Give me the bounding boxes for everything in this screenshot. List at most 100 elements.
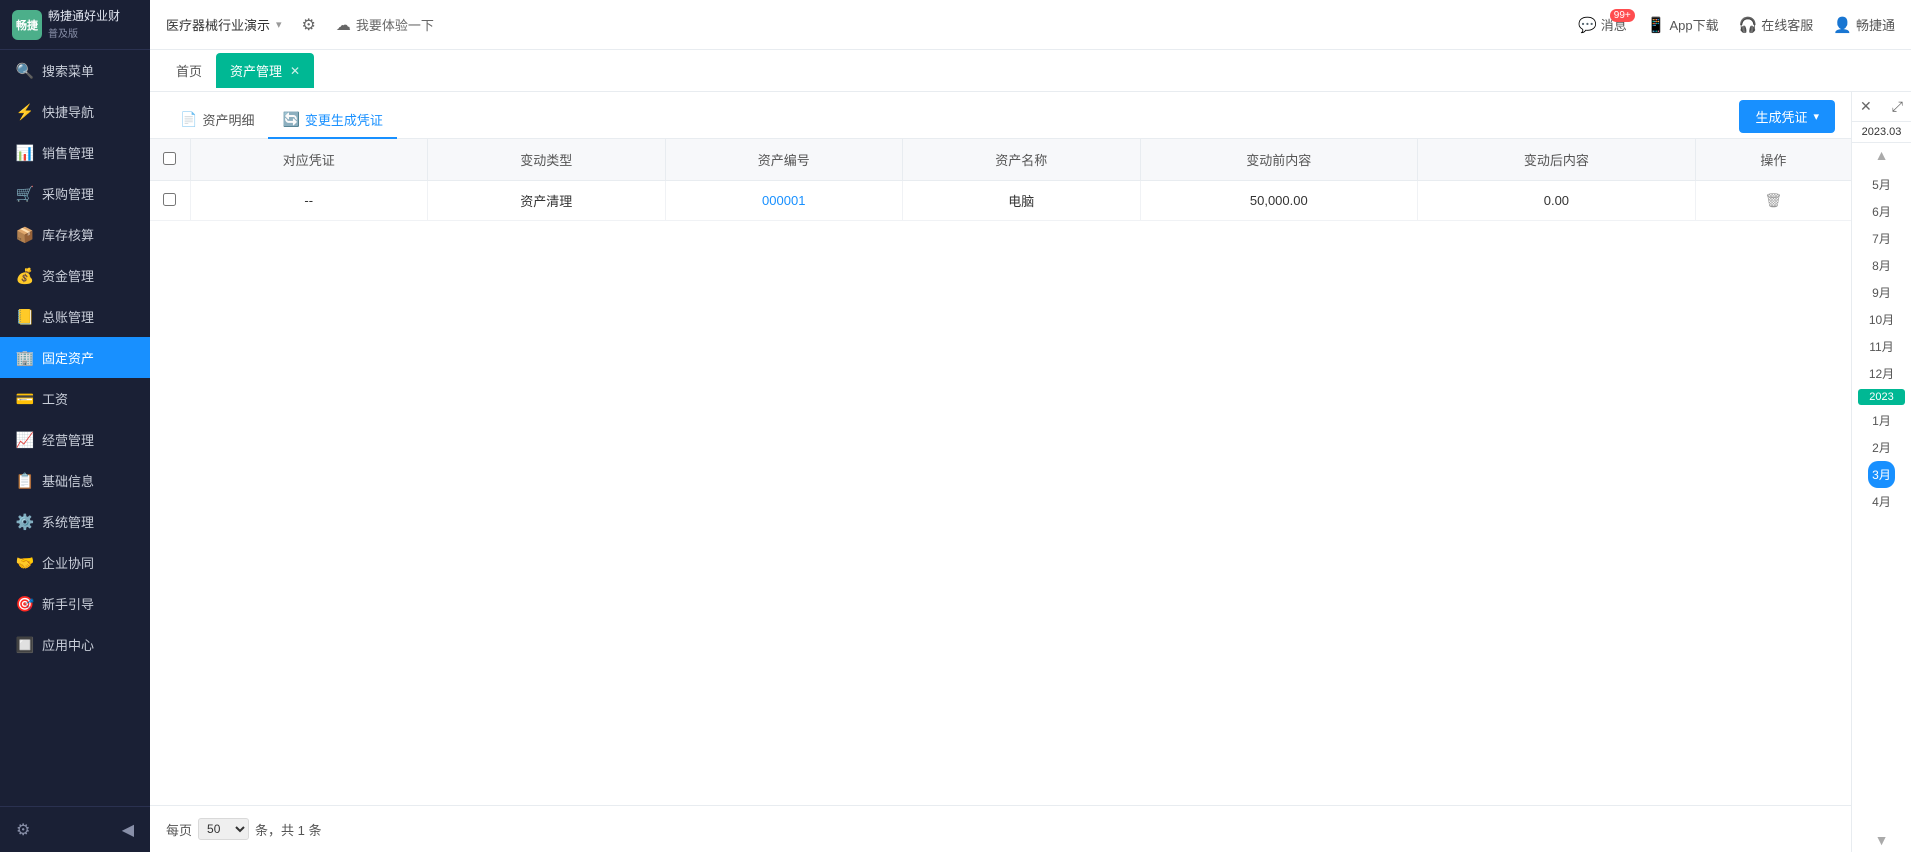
sidebar-item-salary[interactable]: 💳 工资 — [0, 378, 150, 419]
logo-text: 畅捷通好业财 普及版 — [48, 9, 120, 40]
chevron-down-icon: ▾ — [276, 18, 282, 31]
guide-icon: 🎯 — [16, 595, 34, 613]
sidebar-label-apps: 应用中心 — [42, 635, 94, 654]
sidebar-item-manage[interactable]: 📈 经营管理 — [0, 419, 150, 460]
sidebar-label-purchase: 采购管理 — [42, 184, 94, 203]
sidebar-label-manage: 经营管理 — [42, 430, 94, 449]
table-row: -- 资产清理 000001 电脑 50,000.00 0.00 🗑 — [150, 181, 1851, 221]
row-after: 0.00 — [1418, 181, 1696, 221]
sub-tabs: 📄 资产明细 🔄 变更生成凭证 生成凭证 ▾ — [150, 92, 1851, 139]
month-item[interactable]: 10月 — [1852, 306, 1911, 333]
header-action-user[interactable]: 👤 畅捷通 — [1833, 15, 1895, 34]
panel-up-arrow[interactable]: ▲ — [1871, 143, 1893, 167]
page-size-label: 每页 — [166, 820, 192, 839]
month-item[interactable]: 6月 — [1852, 198, 1911, 225]
current-month-item[interactable]: 3月 — [1868, 461, 1895, 488]
month-item[interactable]: 8月 — [1852, 252, 1911, 279]
apps-icon: 🔲 — [16, 636, 34, 654]
generate-voucher-button[interactable]: 生成凭证 ▾ — [1739, 100, 1835, 133]
sidebar-label-basic: 基础信息 — [42, 471, 94, 490]
month-item[interactable]: 11月 — [1852, 333, 1911, 360]
row-change-type: 资产清理 — [428, 181, 666, 221]
delete-icon[interactable]: 🗑 — [1764, 192, 1782, 208]
tab-asset-list[interactable]: 📄 资产明细 — [166, 102, 268, 139]
month-item[interactable]: 4月 — [1852, 488, 1911, 515]
row-asset-code: 000001 — [665, 181, 903, 221]
sidebar-item-quick[interactable]: ⚡ 快捷导航 — [0, 91, 150, 132]
sidebar-nav: 🔍 搜索菜单⚡ 快捷导航📊 销售管理🛒 采购管理📦 库存核算💰 资金管理📒 总账… — [0, 50, 150, 806]
purchase-icon: 🛒 — [16, 185, 34, 203]
tab-change-label: 变更生成凭证 — [305, 110, 383, 129]
month-list: 5月6月7月8月9月10月11月12月 2023 1月2月3月4月 — [1852, 167, 1911, 828]
table-panel: 📄 资产明细 🔄 变更生成凭证 生成凭证 ▾ — [150, 92, 1851, 852]
main-area: 医疗器械行业演示 ▾ ⚙ ☁ 我要体验一下 💬 消息99+ 📱 App下载 🎧 在线… — [150, 0, 1911, 852]
month-item[interactable]: 2月 — [1852, 434, 1911, 461]
sidebar-item-sales[interactable]: 📊 销售管理 — [0, 132, 150, 173]
tab-change-voucher[interactable]: 🔄 变更生成凭证 — [268, 102, 396, 139]
page-size-select[interactable]: 50 10 20 100 — [198, 818, 249, 840]
sidebar-item-stock[interactable]: 📦 库存核算 — [0, 214, 150, 255]
sidebar-item-basic[interactable]: 📋 基础信息 — [0, 460, 150, 501]
header-settings-icon[interactable]: ⚙ — [302, 15, 316, 35]
table-wrap: 对应凭证 变动类型 资产编号 资产名称 变动前内容 变动后内容 操作 -- 资产… — [150, 139, 1851, 805]
select-all-checkbox[interactable] — [163, 152, 176, 165]
settings-icon[interactable]: ⚙ — [16, 820, 30, 840]
company-name: 医疗器械行业演示 — [166, 15, 270, 34]
search-icon: 🔍 — [16, 62, 34, 80]
sidebar-item-guide[interactable]: 🎯 新手引导 — [0, 583, 150, 624]
sidebar-item-assets[interactable]: 🏢 固定资产 — [0, 337, 150, 378]
panel-expand-icon[interactable]: ⤢ — [1890, 96, 1905, 117]
header-action-app[interactable]: 📱 App下载 — [1647, 15, 1719, 34]
sidebar-label-salary: 工资 — [42, 389, 68, 408]
sidebar-label-corp: 企业协同 — [42, 553, 94, 572]
change-icon: 🔄 — [282, 111, 299, 128]
collapse-icon[interactable]: ◀ — [122, 820, 134, 840]
header-action-msg[interactable]: 💬 消息99+ — [1578, 15, 1627, 34]
basic-icon: 📋 — [16, 472, 34, 490]
header-action-service[interactable]: 🎧 在线客服 — [1739, 15, 1814, 34]
app-label: App下载 — [1669, 15, 1718, 34]
sidebar-item-purchase[interactable]: 🛒 采购管理 — [0, 173, 150, 214]
sidebar-label-assets: 固定资产 — [42, 348, 94, 367]
month-item[interactable]: 5月 — [1852, 171, 1911, 198]
tab-home[interactable]: 首页 — [166, 51, 212, 90]
col-asset-name: 资产名称 — [903, 139, 1141, 181]
company-selector[interactable]: 医疗器械行业演示 ▾ — [166, 15, 282, 34]
sidebar-item-corp[interactable]: 🤝 企业协同 — [0, 542, 150, 583]
col-after: 变动后内容 — [1418, 139, 1696, 181]
pagination: 每页 50 10 20 100 条，共 1 条 — [150, 805, 1851, 852]
sidebar-label-system: 系统管理 — [42, 512, 94, 531]
logo-title: 畅捷通好业财 — [48, 9, 120, 25]
year-badge[interactable]: 2023 — [1858, 389, 1905, 405]
fund-icon: 💰 — [16, 267, 34, 285]
panel-down-arrow[interactable]: ▼ — [1871, 828, 1893, 852]
row-action: 🗑 — [1695, 181, 1851, 221]
assets-icon: 🏢 — [16, 349, 34, 367]
cloud-icon: ☁ — [336, 16, 351, 34]
month-item[interactable]: 1月 — [1852, 407, 1911, 434]
assets-table: 对应凭证 变动类型 资产编号 资产名称 变动前内容 变动后内容 操作 -- 资产… — [150, 139, 1851, 221]
month-item[interactable]: 7月 — [1852, 225, 1911, 252]
header: 医疗器械行业演示 ▾ ⚙ ☁ 我要体验一下 💬 消息99+ 📱 App下载 🎧 在线… — [150, 0, 1911, 50]
panel-close-icon[interactable]: ✕ — [1858, 96, 1874, 117]
tab-close-icon[interactable]: ✕ — [290, 64, 300, 78]
tab-assets[interactable]: 资产管理 ✕ — [216, 53, 314, 88]
sidebar-item-ledger[interactable]: 📒 总账管理 — [0, 296, 150, 337]
sidebar: 畅捷 畅捷通好业财 普及版 🔍 搜索菜单⚡ 快捷导航📊 销售管理🛒 采购管理📦 … — [0, 0, 150, 852]
sidebar-label-stock: 库存核算 — [42, 225, 94, 244]
month-item[interactable]: 9月 — [1852, 279, 1911, 306]
sidebar-item-apps[interactable]: 🔲 应用中心 — [0, 624, 150, 665]
sidebar-item-system[interactable]: ⚙️ 系统管理 — [0, 501, 150, 542]
month-item[interactable]: 12月 — [1852, 360, 1911, 387]
row-before: 50,000.00 — [1140, 181, 1418, 221]
sidebar-item-fund[interactable]: 💰 资金管理 — [0, 255, 150, 296]
experience-button[interactable]: ☁ 我要体验一下 — [336, 15, 434, 34]
row-checkbox[interactable] — [163, 193, 176, 206]
sidebar-label-ledger: 总账管理 — [42, 307, 94, 326]
sidebar-label-sales: 销售管理 — [42, 143, 94, 162]
sidebar-item-search[interactable]: 🔍 搜索菜单 — [0, 50, 150, 91]
sidebar-label-search: 搜索菜单 — [42, 61, 94, 80]
user-icon: 👤 — [1833, 16, 1852, 34]
service-icon: 🎧 — [1739, 16, 1758, 34]
sidebar-footer: ⚙ ◀ — [0, 806, 150, 852]
